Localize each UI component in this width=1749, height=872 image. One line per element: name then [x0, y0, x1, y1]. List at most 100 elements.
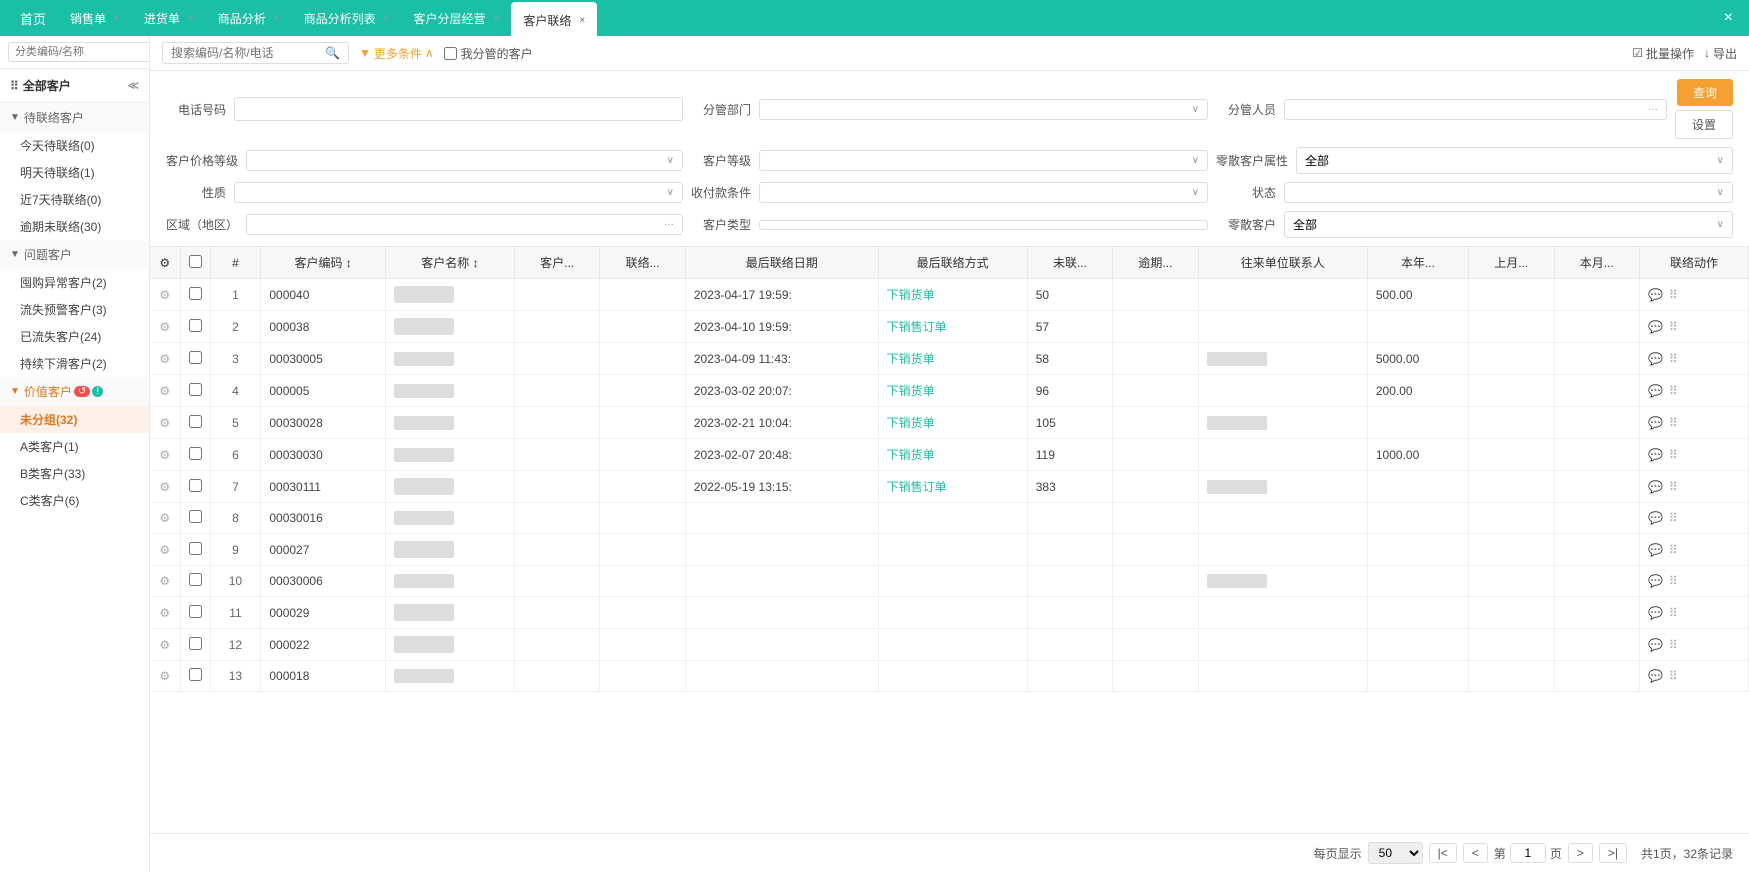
customer-type-select[interactable] [759, 220, 1208, 230]
row-checkbox-cell[interactable] [180, 343, 210, 375]
row-settings[interactable]: ⚙ [150, 343, 180, 375]
row-checkbox[interactable] [189, 605, 202, 618]
sidebar-item-7days-pending[interactable]: 近7天待联络(0) [0, 186, 149, 213]
comment-icon[interactable]: 💬 [1648, 511, 1663, 525]
nav-home[interactable]: 首页 [8, 0, 58, 36]
grid-action-icon[interactable]: ⠿ [1669, 638, 1678, 652]
row-checkbox-cell[interactable] [180, 566, 210, 597]
main-search-input[interactable] [171, 46, 321, 60]
row-checkbox-cell[interactable] [180, 279, 210, 311]
close-icon[interactable]: × [384, 13, 390, 24]
row-settings[interactable]: ⚙ [150, 597, 180, 629]
row-checkbox[interactable] [189, 447, 202, 460]
row-checkbox-cell[interactable] [180, 407, 210, 439]
row-checkbox-cell[interactable] [180, 661, 210, 692]
comment-icon[interactable]: 💬 [1648, 606, 1663, 620]
col-settings-header[interactable]: ⚙ [150, 247, 180, 279]
row-checkbox-cell[interactable] [180, 311, 210, 343]
comment-icon[interactable]: 💬 [1648, 288, 1663, 302]
export-button[interactable]: ↓ 导出 [1704, 45, 1737, 62]
row-checkbox[interactable] [189, 637, 202, 650]
more-icon[interactable]: ··· [1648, 104, 1658, 115]
row-checkbox[interactable] [189, 479, 202, 492]
contact-method-link[interactable]: 下销货单 [887, 288, 935, 302]
chevron-left-icon[interactable]: ≪ [127, 79, 139, 92]
row-checkbox[interactable] [189, 383, 202, 396]
row-settings[interactable]: ⚙ [150, 471, 180, 503]
contact-method-link[interactable]: 下销货单 [887, 448, 935, 462]
dept-select[interactable]: ∨ [759, 99, 1208, 120]
customer-grade-select[interactable]: ∨ [759, 150, 1208, 171]
row-settings[interactable]: ⚙ [150, 311, 180, 343]
page-size-select[interactable]: 50 20 100 [1368, 842, 1423, 864]
row-settings[interactable]: ⚙ [150, 407, 180, 439]
grid-action-icon[interactable]: ⠿ [1669, 448, 1678, 462]
grid-action-icon[interactable]: ⠿ [1669, 606, 1678, 620]
more-conditions-button[interactable]: ▼ 更多条件 ∧ [359, 45, 434, 62]
reset-button[interactable]: 设置 [1675, 110, 1733, 139]
sidebar-item-overdue-pending[interactable]: 逾期未联络(30) [0, 213, 149, 240]
grid-action-icon[interactable]: ⠿ [1669, 384, 1678, 398]
grid-action-icon[interactable]: ⠿ [1669, 669, 1678, 683]
row-settings[interactable]: ⚙ [150, 629, 180, 661]
row-settings[interactable]: ⚙ [150, 439, 180, 471]
select-all-checkbox[interactable] [189, 255, 202, 268]
row-checkbox[interactable] [189, 287, 202, 300]
nav-tab-customer-layering[interactable]: 客户分层经营 × [401, 0, 511, 36]
grid-action-icon[interactable]: ⠿ [1669, 320, 1678, 334]
first-page-button[interactable]: |< [1429, 843, 1457, 863]
close-icon[interactable]: × [188, 13, 194, 24]
my-customers-checkbox[interactable]: 我分管的客户 [444, 45, 533, 62]
batch-op-button[interactable]: ☑ 批量操作 [1632, 45, 1694, 62]
sidebar-item-grade-a[interactable]: A类客户(1) [0, 433, 149, 460]
col-checkbox-header[interactable] [180, 247, 210, 279]
col-code-header[interactable]: 客户编码 ↕ [261, 247, 386, 279]
row-checkbox-cell[interactable] [180, 503, 210, 534]
sidebar-item-churn-warning[interactable]: 流失预警客户(3) [0, 296, 149, 323]
grid-action-icon[interactable]: ⠿ [1669, 416, 1678, 430]
grid-action-icon[interactable]: ⠿ [1669, 543, 1678, 557]
grid-action-icon[interactable]: ⠿ [1669, 511, 1678, 525]
contact-method-link[interactable]: 下销货单 [887, 384, 935, 398]
grid-action-icon[interactable]: ⠿ [1669, 574, 1678, 588]
phone-input[interactable] [234, 97, 683, 121]
row-checkbox-cell[interactable] [180, 375, 210, 407]
row-checkbox-cell[interactable] [180, 471, 210, 503]
sidebar-item-declining[interactable]: 持续下滑客户(2) [0, 350, 149, 377]
last-page-button[interactable]: >| [1599, 843, 1627, 863]
row-checkbox[interactable] [189, 415, 202, 428]
next-page-button[interactable]: > [1568, 843, 1593, 863]
payment-select[interactable]: ∨ [759, 182, 1208, 203]
sidebar-section-value[interactable]: ▼ 价值客户 ↺ ! [0, 377, 149, 406]
comment-icon[interactable]: 💬 [1648, 448, 1663, 462]
nav-tab-customer-contact[interactable]: 客户联络 × [511, 2, 597, 38]
nav-tab-purchase[interactable]: 进货单 × [132, 0, 206, 36]
comment-icon[interactable]: 💬 [1648, 543, 1663, 557]
contact-method-link[interactable]: 下销售订单 [887, 320, 947, 334]
page-number-input[interactable] [1510, 843, 1546, 863]
person-select[interactable]: ··· [1284, 99, 1667, 120]
comment-icon[interactable]: 💬 [1648, 574, 1663, 588]
row-checkbox-cell[interactable] [180, 534, 210, 566]
close-icon[interactable]: × [114, 13, 120, 24]
comment-icon[interactable]: 💬 [1648, 480, 1663, 494]
col-name-header[interactable]: 客户名称 ↕ [385, 247, 514, 279]
sidebar-item-grade-b[interactable]: B类客户(33) [0, 460, 149, 487]
comment-icon[interactable]: 💬 [1648, 384, 1663, 398]
row-checkbox[interactable] [189, 351, 202, 364]
sidebar-section-problem[interactable]: ▼ 问题客户 [0, 240, 149, 269]
retail-customer-select[interactable]: 全部 ∨ [1284, 211, 1733, 238]
contact-method-link[interactable]: 下销货单 [887, 352, 935, 366]
query-button[interactable]: 查询 [1677, 79, 1733, 106]
comment-icon[interactable]: 💬 [1648, 638, 1663, 652]
grid-action-icon[interactable]: ⠿ [1669, 288, 1678, 302]
row-checkbox[interactable] [189, 510, 202, 523]
retail-attr-select[interactable]: 全部 ∨ [1296, 147, 1733, 174]
comment-icon[interactable]: 💬 [1648, 352, 1663, 366]
price-grade-select[interactable]: ∨ [246, 150, 683, 171]
sidebar-item-tomorrow-pending[interactable]: 明天待联络(1) [0, 159, 149, 186]
contact-method-link[interactable]: 下销货单 [887, 416, 935, 430]
row-settings[interactable]: ⚙ [150, 661, 180, 692]
sidebar-item-hoarding-abnormal[interactable]: 囤购异常客户(2) [0, 269, 149, 296]
row-checkbox-cell[interactable] [180, 597, 210, 629]
